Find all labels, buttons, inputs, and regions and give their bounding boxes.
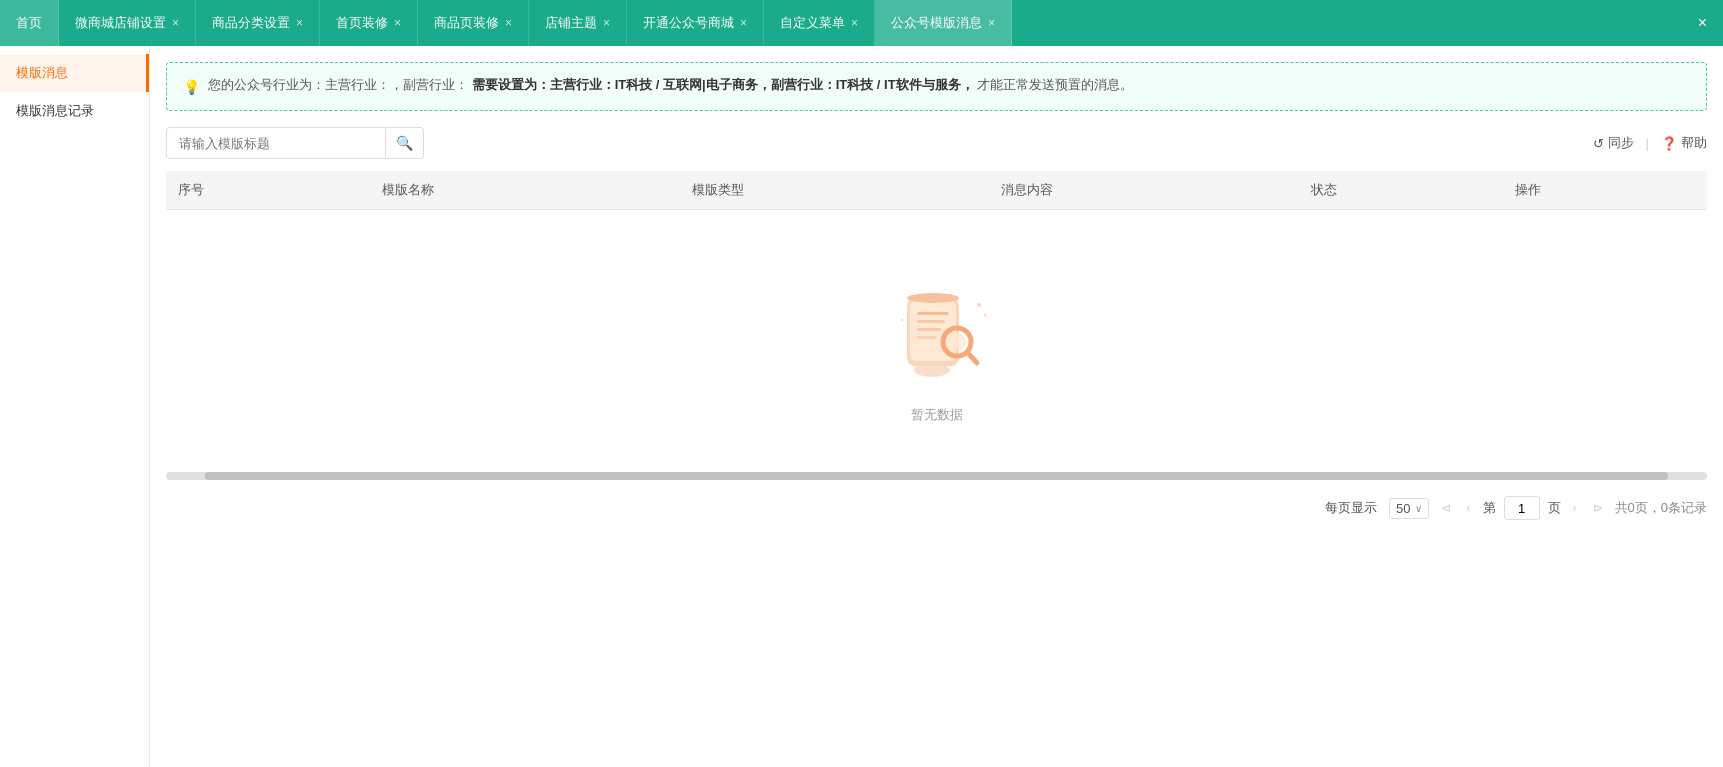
sidebar-item-template-message[interactable]: 模版消息 <box>0 54 149 92</box>
help-button[interactable]: ❓ 帮助 <box>1661 134 1707 152</box>
nav-tab-store-theme[interactable]: 店铺主题 × <box>529 0 627 46</box>
nav-tab-store-settings[interactable]: 微商城店铺设置 × <box>59 0 196 46</box>
col-name: 模版名称 <box>370 171 680 210</box>
col-status: 状态 <box>1299 171 1503 210</box>
page-label-text: 第 <box>1483 499 1496 517</box>
sidebar: 模版消息 模版消息记录 <box>0 46 150 767</box>
close-store-settings[interactable]: × <box>172 16 179 30</box>
search-icon: 🔍 <box>396 135 413 151</box>
empty-text: 暂无数据 <box>911 406 963 424</box>
per-page-select[interactable]: 50 ∨ <box>1389 498 1428 519</box>
close-custom-menu[interactable]: × <box>851 16 858 30</box>
horizontal-scrollbar[interactable] <box>166 472 1707 480</box>
per-page-chevron: ∨ <box>1415 503 1422 514</box>
nav-tab-open-mall[interactable]: 开通公众号商城 × <box>627 0 764 46</box>
data-table: 序号 模版名称 模版类型 消息内容 状态 操作 <box>166 171 1707 464</box>
sync-button[interactable]: ↺ 同步 <box>1593 134 1634 152</box>
close-open-mall[interactable]: × <box>740 16 747 30</box>
sync-icon: ↺ <box>1593 136 1604 151</box>
page-total: 共0页，0条记录 <box>1615 499 1707 517</box>
notice-box: 💡 您的公众号行业为：主营行业：，副营行业： 需要设置为：主营行业：IT科技 /… <box>166 62 1707 111</box>
search-bar: 🔍 ↺ 同步 | ❓ 帮助 <box>166 127 1707 159</box>
per-page-value: 50 <box>1396 501 1410 516</box>
svg-point-11 <box>977 303 981 307</box>
svg-point-9 <box>948 333 966 351</box>
nav-tab-home-decor[interactable]: 首页装修 × <box>320 0 418 46</box>
close-product-decor[interactable]: × <box>505 16 512 30</box>
col-index: 序号 <box>166 171 370 210</box>
next-page-btn[interactable]: › <box>1569 499 1581 517</box>
search-button[interactable]: 🔍 <box>386 127 424 159</box>
pagination: 每页显示 50 ∨ ⊲ ‹ 第 页 › ⊳ 共0页，0条记录 <box>166 488 1707 528</box>
prev-page-btn[interactable]: ‹ <box>1463 499 1475 517</box>
nav-tab-custom-menu[interactable]: 自定义菜单 × <box>764 0 875 46</box>
help-icon: ❓ <box>1661 136 1677 151</box>
scrollbar-thumb <box>205 472 1669 480</box>
content-area: 💡 您的公众号行业为：主营行业：，副营行业： 需要设置为：主营行业：IT科技 /… <box>150 46 1723 767</box>
col-type: 模版类型 <box>680 171 990 210</box>
svg-rect-6 <box>917 336 937 339</box>
close-store-theme[interactable]: × <box>603 16 610 30</box>
col-action: 操作 <box>1503 171 1707 210</box>
svg-point-7 <box>907 293 959 303</box>
main-layout: 模版消息 模版消息记录 💡 您的公众号行业为：主营行业：，副营行业： 需要设置为… <box>0 46 1723 767</box>
svg-point-12 <box>983 314 986 317</box>
page-unit: 页 <box>1548 499 1561 517</box>
nav-tab-product-decor[interactable]: 商品页装修 × <box>418 0 529 46</box>
nav-tab-product-category[interactable]: 商品分类设置 × <box>196 0 320 46</box>
svg-point-13 <box>900 319 903 322</box>
empty-state: 暂无数据 <box>166 210 1707 464</box>
notice-text: 您的公众号行业为：主营行业：，副营行业： 需要设置为：主营行业：IT科技 / 互… <box>208 75 1133 96</box>
top-nav: 首页 微商城店铺设置 × 商品分类设置 × 首页装修 × 商品页装修 × 店铺主… <box>0 0 1723 46</box>
col-content: 消息内容 <box>989 171 1299 210</box>
page-input[interactable] <box>1504 496 1540 520</box>
search-input[interactable] <box>166 127 386 159</box>
per-page-label: 每页显示 <box>1325 499 1377 517</box>
table-header-row: 序号 模版名称 模版类型 消息内容 状态 操作 <box>166 171 1707 210</box>
svg-line-10 <box>967 352 977 363</box>
close-template-msg[interactable]: × <box>988 16 995 30</box>
empty-illustration <box>877 270 997 390</box>
sidebar-item-template-record[interactable]: 模版消息记录 <box>0 92 149 130</box>
nav-tab-template-msg[interactable]: 公众号模版消息 × <box>875 0 1012 46</box>
svg-rect-3 <box>917 312 949 315</box>
first-page-btn[interactable]: ⊲ <box>1437 499 1455 517</box>
svg-rect-5 <box>917 328 941 331</box>
bulb-icon: 💡 <box>183 76 200 98</box>
close-product-category[interactable]: × <box>296 16 303 30</box>
last-page-btn[interactable]: ⊳ <box>1589 499 1607 517</box>
close-all-button[interactable]: × <box>1682 14 1723 32</box>
toolbar-right: ↺ 同步 | ❓ 帮助 <box>1593 134 1707 152</box>
toolbar-divider: | <box>1646 136 1649 151</box>
svg-rect-4 <box>917 320 945 323</box>
close-home-decor[interactable]: × <box>394 16 401 30</box>
nav-tab-home[interactable]: 首页 <box>0 0 59 46</box>
